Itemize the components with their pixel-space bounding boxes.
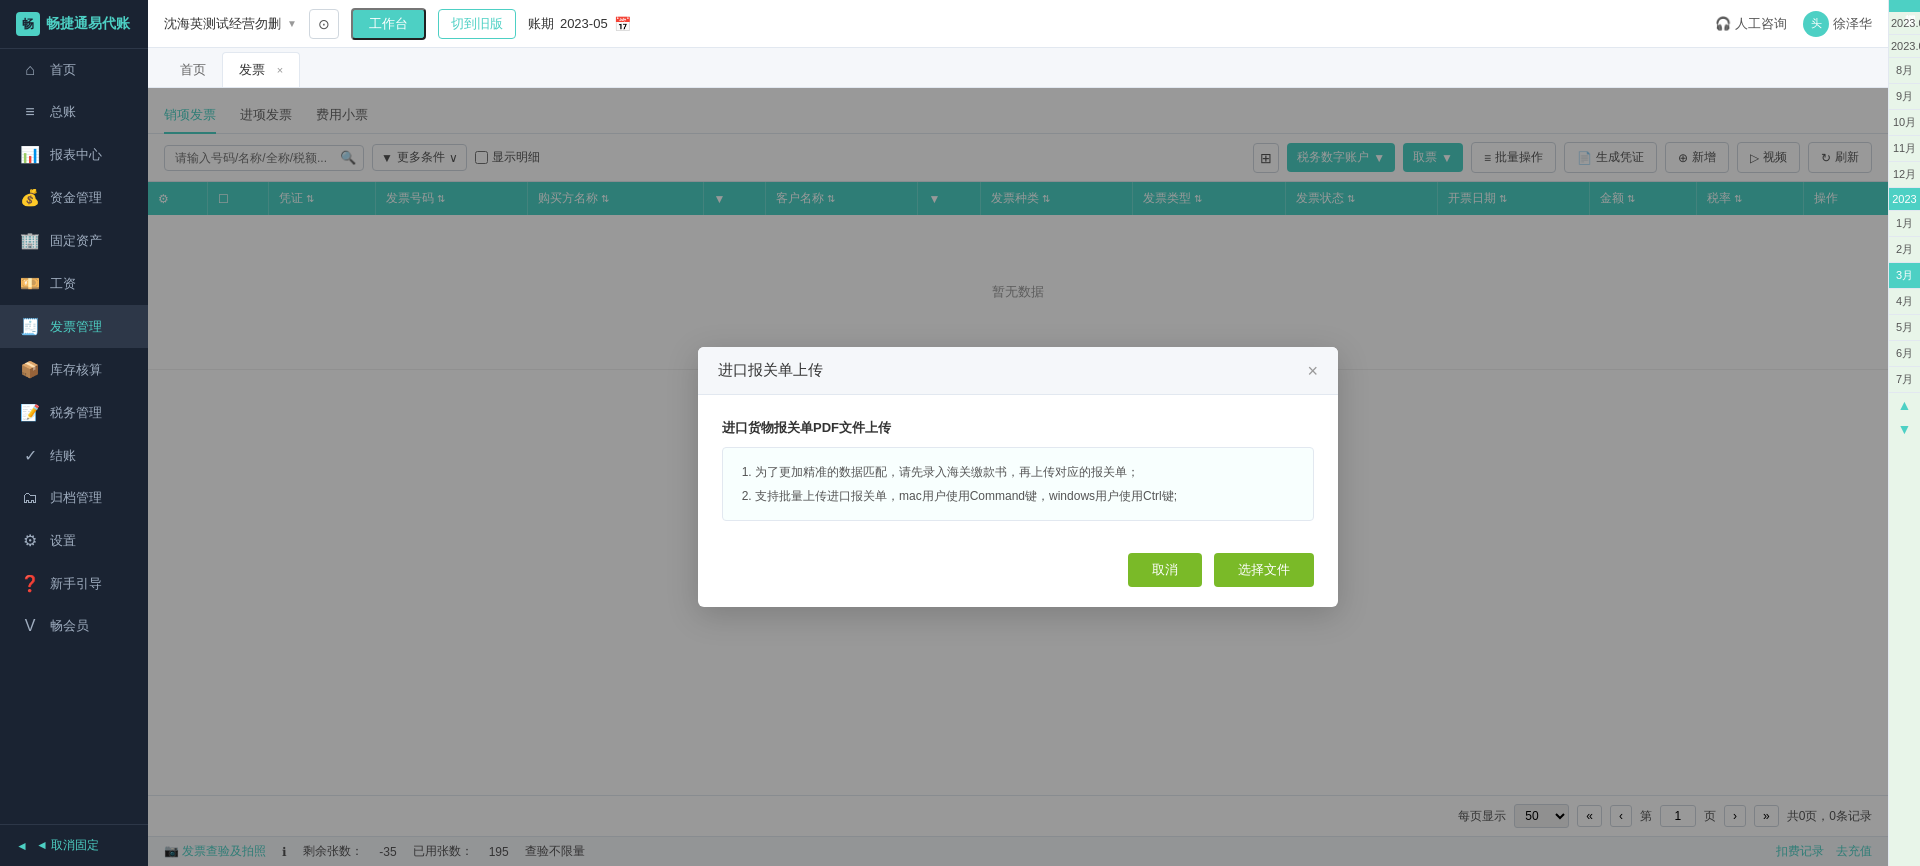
- assets-icon: 🏢: [20, 231, 40, 250]
- right-panel-item-6[interactable]: 6月: [1889, 341, 1920, 367]
- modal-overlay[interactable]: 进口报关单上传 × 进口货物报关单PDF文件上传 为了更加精准的数据匹配，请先录…: [148, 88, 1888, 866]
- collapse-arrow-icon: ◄: [16, 839, 28, 853]
- sidebar-item-ledger[interactable]: ≡ 总账: [0, 91, 148, 133]
- right-panel-item-2023-03-1[interactable]: 2023.03: [1889, 12, 1920, 35]
- period-display: 账期 2023-05 📅: [528, 15, 631, 33]
- ledger-icon: ≡: [20, 103, 40, 121]
- old-version-button[interactable]: 切到旧版: [438, 9, 516, 39]
- right-panel-item-12[interactable]: 12月: [1889, 162, 1920, 188]
- modal-info-item-2: 支持批量上传进口报关单，mac用户使用Command键，windows用户使用C…: [755, 484, 1297, 508]
- modal-section-title: 进口货物报关单PDF文件上传: [722, 419, 1314, 437]
- sidebar-item-guide[interactable]: ❓ 新手引导: [0, 562, 148, 605]
- modal-info-item-1: 为了更加精准的数据匹配，请先录入海关缴款书，再上传对应的报关单；: [755, 460, 1297, 484]
- modal-body: 进口货物报关单PDF文件上传 为了更加精准的数据匹配，请先录入海关缴款书，再上传…: [698, 395, 1338, 537]
- right-panel-item-5[interactable]: 5月: [1889, 315, 1920, 341]
- sidebar-item-settlement[interactable]: ✓ 结账: [0, 434, 148, 477]
- support-btn[interactable]: 🎧 人工咨询: [1715, 15, 1787, 33]
- support-icon: 🎧: [1715, 16, 1731, 31]
- modal-close-button[interactable]: ×: [1307, 362, 1318, 380]
- archive-icon: 🗂: [20, 489, 40, 507]
- right-panel-down-arrow[interactable]: ▼: [1894, 417, 1916, 441]
- payroll-icon: 💴: [20, 274, 40, 293]
- settings-icon: ⚙: [20, 531, 40, 550]
- collapse-btn[interactable]: ◄ ◄ 取消固定: [0, 824, 148, 866]
- sidebar-item-home[interactable]: ⌂ 首页: [0, 49, 148, 91]
- sidebar-item-payroll[interactable]: 💴 工资: [0, 262, 148, 305]
- inventory-icon: 📦: [20, 360, 40, 379]
- right-panel-up-arrow[interactable]: ▲: [1894, 393, 1916, 417]
- reports-icon: 📊: [20, 145, 40, 164]
- tab-close-icon[interactable]: ×: [277, 64, 283, 76]
- topbar: 沈海英测试经营勿删 ▼ ⊙ 工作台 切到旧版 账期 2023-05 📅 🎧 人工…: [148, 0, 1888, 48]
- modal-footer: 取消 选择文件: [698, 537, 1338, 607]
- avatar: 头: [1803, 11, 1829, 37]
- sidebar-item-capital[interactable]: 💰 资金管理: [0, 176, 148, 219]
- sidebar: 畅 畅捷通易代账 ⌂ 首页 ≡ 总账 📊 报表中心 💰 资金管理 🏢 固定资产 …: [0, 0, 148, 866]
- invoice-icon: 🧾: [20, 317, 40, 336]
- company-dropdown-icon: ▼: [287, 18, 297, 29]
- capital-icon: 💰: [20, 188, 40, 207]
- right-panel-item-4[interactable]: 4月: [1889, 289, 1920, 315]
- right-panel-item-2023-03-2[interactable]: 2023.03: [1889, 35, 1920, 58]
- modal-title: 进口报关单上传: [718, 361, 823, 380]
- right-panel-item-2023[interactable]: 2023: [1889, 188, 1920, 211]
- user-menu[interactable]: 头 徐泽华: [1803, 11, 1872, 37]
- modal-header: 进口报关单上传 ×: [698, 347, 1338, 395]
- sidebar-item-member[interactable]: V 畅会员: [0, 605, 148, 647]
- settlement-icon: ✓: [20, 446, 40, 465]
- right-panel-item-3[interactable]: 3月: [1889, 263, 1920, 289]
- right-panel-item-9[interactable]: 9月: [1889, 84, 1920, 110]
- right-panel-item-11[interactable]: 11月: [1889, 136, 1920, 162]
- tab-home[interactable]: 首页: [164, 53, 222, 87]
- calendar-icon[interactable]: 📅: [614, 16, 631, 32]
- member-icon: V: [20, 617, 40, 635]
- company-selector[interactable]: 沈海英测试经营勿删 ▼: [164, 15, 297, 33]
- period-value: 2023-05: [560, 16, 608, 31]
- sidebar-item-tax[interactable]: 📝 税务管理: [0, 391, 148, 434]
- right-panel: 期间选择 2023.03 2023.03 8月 9月 10月 11月 12月 2…: [1888, 0, 1920, 866]
- sidebar-item-inventory[interactable]: 📦 库存核算: [0, 348, 148, 391]
- modal-info-box: 为了更加精准的数据匹配，请先录入海关缴款书，再上传对应的报关单； 支持批量上传进…: [722, 447, 1314, 521]
- company-name: 沈海英测试经营勿删: [164, 15, 281, 33]
- content-area: 销项发票 进项发票 费用小票 🔍 ▼ 更多条件 ∨ 显示明细: [148, 88, 1888, 866]
- sidebar-item-archive[interactable]: 🗂 归档管理: [0, 477, 148, 519]
- right-panel-item-10[interactable]: 10月: [1889, 110, 1920, 136]
- modal-cancel-button[interactable]: 取消: [1128, 553, 1202, 587]
- topbar-right: 🎧 人工咨询 头 徐泽华: [1715, 11, 1872, 37]
- guide-icon: ❓: [20, 574, 40, 593]
- home-icon: ⌂: [20, 61, 40, 79]
- right-panel-header[interactable]: 期间选择: [1889, 0, 1920, 12]
- right-panel-item-2[interactable]: 2月: [1889, 237, 1920, 263]
- sidebar-item-settings[interactable]: ⚙ 设置: [0, 519, 148, 562]
- right-panel-item-8[interactable]: 8月: [1889, 58, 1920, 84]
- company-icon: ⊙: [318, 16, 330, 32]
- modal-confirm-button[interactable]: 选择文件: [1214, 553, 1314, 587]
- user-name: 徐泽华: [1833, 15, 1872, 33]
- tabbar: 首页 发票 ×: [148, 48, 1888, 88]
- app-logo: 畅 畅捷通易代账: [0, 0, 148, 49]
- right-panel-item-1[interactable]: 1月: [1889, 211, 1920, 237]
- tax-icon: 📝: [20, 403, 40, 422]
- company-action-btn[interactable]: ⊙: [309, 9, 339, 39]
- logo-icon: 畅: [16, 12, 40, 36]
- tab-invoice[interactable]: 发票 ×: [222, 52, 300, 87]
- workspace-button[interactable]: 工作台: [351, 8, 426, 40]
- sidebar-item-reports[interactable]: 📊 报表中心: [0, 133, 148, 176]
- right-panel-item-7[interactable]: 7月: [1889, 367, 1920, 393]
- main-area: 沈海英测试经营勿删 ▼ ⊙ 工作台 切到旧版 账期 2023-05 📅 🎧 人工…: [148, 0, 1888, 866]
- sidebar-item-assets[interactable]: 🏢 固定资产: [0, 219, 148, 262]
- sidebar-item-invoice[interactable]: 🧾 发票管理: [0, 305, 148, 348]
- import-customs-modal: 进口报关单上传 × 进口货物报关单PDF文件上传 为了更加精准的数据匹配，请先录…: [698, 347, 1338, 607]
